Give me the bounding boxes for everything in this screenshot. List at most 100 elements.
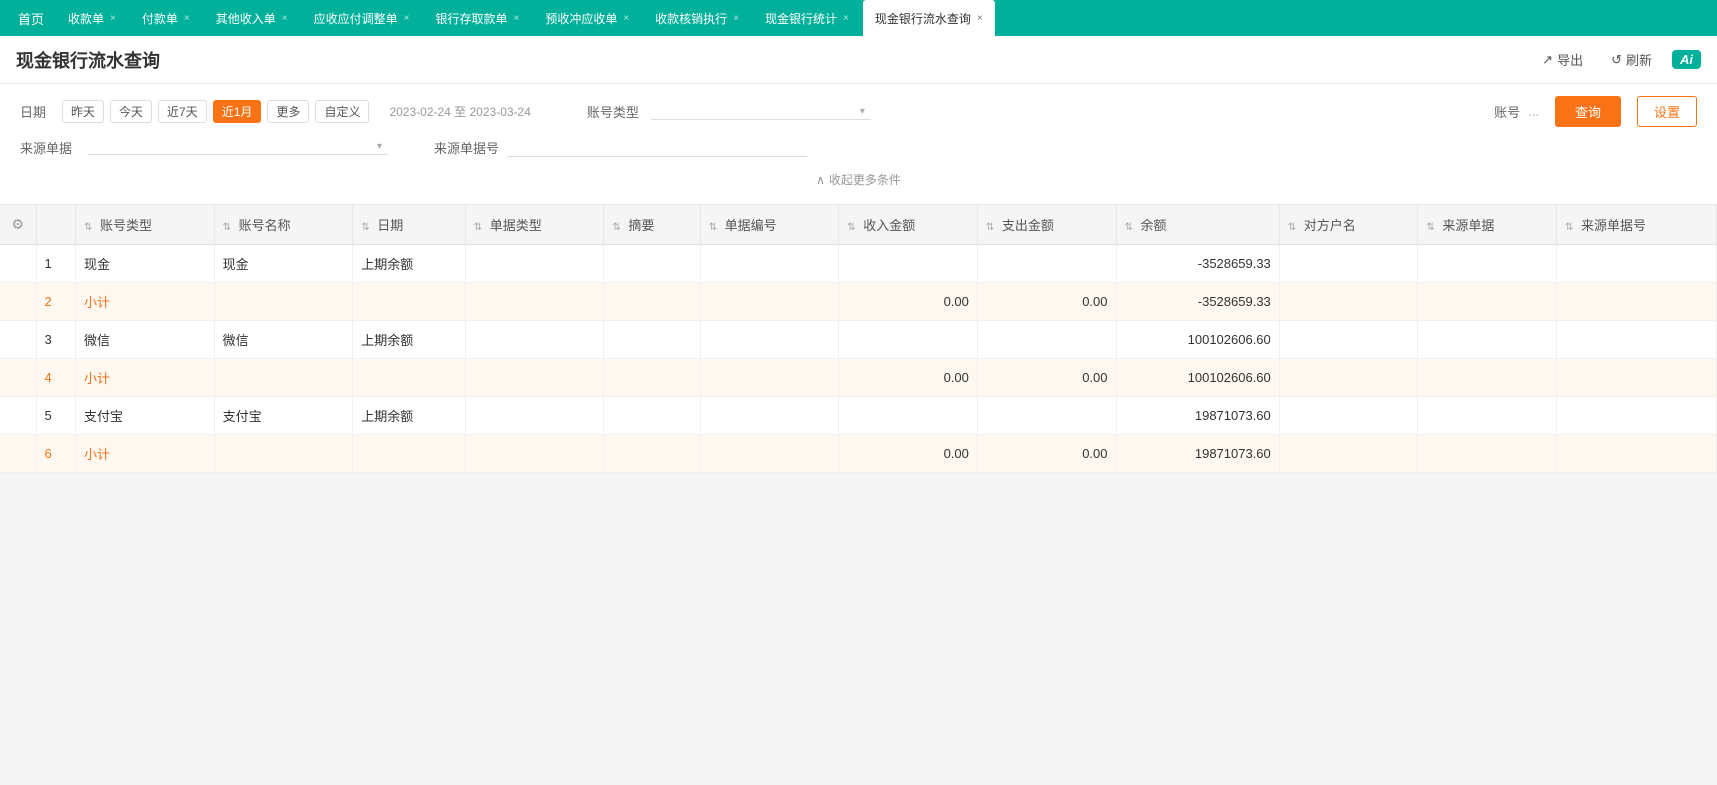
row-summary — [604, 359, 700, 397]
row-doc-no — [700, 397, 839, 435]
date-btn-7days[interactable]: 近7天 — [158, 100, 207, 123]
row-doc-no — [700, 359, 839, 397]
tab-shoukuandan[interactable]: 收款单 × — [56, 0, 128, 36]
tab-liushui[interactable]: 现金银行流水查询 × — [863, 0, 995, 36]
tab-yinhangcunqu[interactable]: 银行存取款单 × — [423, 0, 531, 36]
header-actions: ↗ 导出 ↺ 刷新 Ai — [1534, 46, 1701, 73]
row-account-name: 现金 — [214, 245, 353, 283]
row-expense: 0.00 — [977, 283, 1116, 321]
row-doc-no — [700, 435, 839, 473]
source-doc-no-input[interactable] — [507, 137, 807, 157]
date-btn-today[interactable]: 今天 — [110, 100, 152, 123]
account-ellipsis[interactable]: ... — [1528, 104, 1539, 119]
row-counterparty — [1279, 397, 1418, 435]
home-tab[interactable]: 首页 — [8, 9, 54, 28]
close-icon[interactable]: × — [843, 13, 849, 24]
tab-fukuandan[interactable]: 付款单 × — [130, 0, 202, 36]
close-icon[interactable]: × — [623, 13, 629, 24]
col-date[interactable]: ⇅ 日期 — [353, 205, 466, 245]
col-doc-no[interactable]: ⇅ 单据编号 — [700, 205, 839, 245]
row-index: 6 — [36, 435, 76, 473]
row-doc-type — [465, 245, 604, 283]
row-counterparty — [1279, 359, 1418, 397]
filter-area: 日期 昨天 今天 近7天 近1月 更多 自定义 2023-02-24 至 202… — [0, 84, 1717, 205]
close-icon[interactable]: × — [184, 13, 190, 24]
close-icon[interactable]: × — [513, 13, 519, 24]
row-settings — [0, 245, 36, 283]
tab-shoukuanhexiao[interactable]: 收款核销执行 × — [643, 0, 751, 36]
row-expense — [977, 321, 1116, 359]
row-source-doc-no — [1557, 435, 1717, 473]
col-account-type[interactable]: ⇅ 账号类型 — [76, 205, 215, 245]
row-date: 上期余额 — [353, 321, 466, 359]
close-icon[interactable]: × — [404, 13, 410, 24]
row-account-name: 微信 — [214, 321, 353, 359]
date-btn-more[interactable]: 更多 — [267, 100, 309, 123]
sort-icon: ⇅ — [612, 222, 620, 233]
col-account-name[interactable]: ⇅ 账号名称 — [214, 205, 353, 245]
tab-yingshoutiaozheng[interactable]: 应收应付调整单 × — [302, 0, 422, 36]
col-summary[interactable]: ⇅ 摘要 — [604, 205, 700, 245]
tab-xianjinyinhang[interactable]: 现金银行统计 × — [753, 0, 861, 36]
tab-yushouChong[interactable]: 预收冲应收单 × — [533, 0, 641, 36]
account-type-select[interactable]: ▾ — [651, 104, 871, 120]
query-button[interactable]: 查询 — [1555, 96, 1621, 127]
row-source-doc — [1418, 321, 1557, 359]
row-income: 0.00 — [839, 283, 978, 321]
close-icon[interactable]: × — [977, 13, 983, 24]
row-balance: 100102606.60 — [1116, 321, 1279, 359]
close-icon[interactable]: × — [282, 13, 288, 24]
date-btn-custom[interactable]: 自定义 — [315, 100, 369, 123]
source-doc-select[interactable]: ▾ — [88, 139, 388, 155]
collapse-bar[interactable]: ∧ 收起更多条件 — [20, 167, 1697, 192]
row-doc-no — [700, 321, 839, 359]
tab-qitashouru[interactable]: 其他收入单 × — [204, 0, 300, 36]
row-income — [839, 245, 978, 283]
date-btn-yesterday[interactable]: 昨天 — [62, 100, 104, 123]
row-counterparty — [1279, 283, 1418, 321]
row-settings — [0, 397, 36, 435]
row-account-type: 小计 — [76, 435, 215, 473]
row-account-name — [214, 283, 353, 321]
col-source-doc[interactable]: ⇅ 来源单据 — [1418, 205, 1557, 245]
row-source-doc — [1418, 435, 1557, 473]
row-balance: 100102606.60 — [1116, 359, 1279, 397]
close-icon[interactable]: × — [733, 13, 739, 24]
col-doc-type[interactable]: ⇅ 单据类型 — [465, 205, 604, 245]
export-button[interactable]: ↗ 导出 — [1534, 46, 1591, 73]
chevron-down-icon: ▾ — [377, 141, 382, 152]
ai-badge[interactable]: Ai — [1672, 50, 1701, 69]
row-doc-type — [465, 359, 604, 397]
date-range-display: 2023-02-24 至 2023-03-24 — [389, 103, 530, 120]
row-account-type: 小计 — [76, 359, 215, 397]
row-income — [839, 397, 978, 435]
row-balance: 19871073.60 — [1116, 397, 1279, 435]
row-source-doc — [1418, 397, 1557, 435]
account-label: 账号 — [1494, 102, 1520, 121]
col-source-doc-no[interactable]: ⇅ 来源单据号 — [1557, 205, 1717, 245]
gear-icon[interactable]: ⚙ — [11, 216, 24, 232]
col-income[interactable]: ⇅ 收入金额 — [839, 205, 978, 245]
col-counterparty[interactable]: ⇅ 对方户名 — [1279, 205, 1418, 245]
close-icon[interactable]: × — [110, 13, 116, 24]
source-doc-label: 来源单据 — [20, 138, 72, 157]
row-doc-no — [700, 283, 839, 321]
row-doc-type — [465, 397, 604, 435]
col-expense[interactable]: ⇅ 支出金额 — [977, 205, 1116, 245]
row-account-type: 微信 — [76, 321, 215, 359]
row-expense — [977, 245, 1116, 283]
row-index: 5 — [36, 397, 76, 435]
row-source-doc — [1418, 359, 1557, 397]
row-doc-type — [465, 321, 604, 359]
col-settings: ⚙ — [0, 205, 36, 245]
row-index: 4 — [36, 359, 76, 397]
row-account-type: 支付宝 — [76, 397, 215, 435]
date-label: 日期 — [20, 102, 46, 121]
col-balance[interactable]: ⇅ 余额 — [1116, 205, 1279, 245]
refresh-button[interactable]: ↺ 刷新 — [1603, 46, 1660, 73]
date-btn-1month[interactable]: 近1月 — [213, 100, 262, 123]
row-date: 上期余额 — [353, 397, 466, 435]
table-row: 4 小计 0.00 0.00 100102606.60 — [0, 359, 1717, 397]
sort-icon: ⇅ — [84, 222, 92, 233]
settings-button[interactable]: 设置 — [1637, 96, 1697, 127]
